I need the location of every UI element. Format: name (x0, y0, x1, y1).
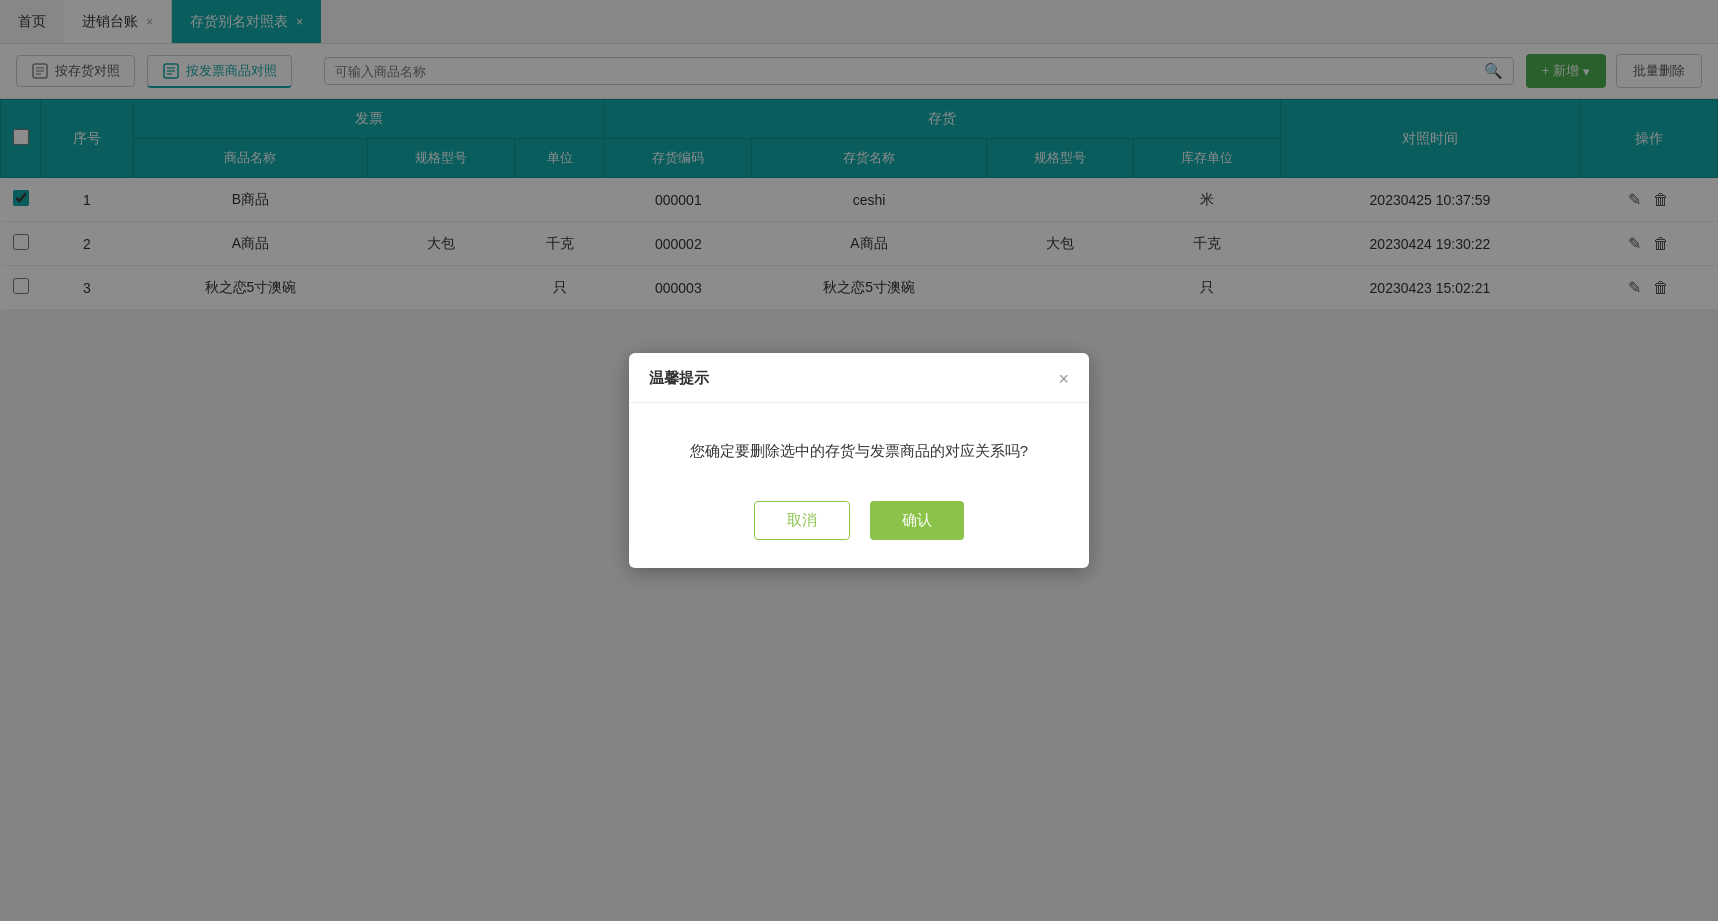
dialog-message: 您确定要删除选中的存货与发票商品的对应关系吗? (690, 442, 1028, 459)
dialog-footer: 取消 确认 (629, 491, 1089, 568)
confirm-dialog: 温馨提示 × 您确定要删除选中的存货与发票商品的对应关系吗? 取消 确认 (629, 353, 1089, 568)
dialog-close-icon[interactable]: × (1058, 370, 1069, 388)
dialog-title: 温馨提示 (649, 369, 709, 388)
dialog-body: 您确定要删除选中的存货与发票商品的对应关系吗? (629, 403, 1089, 491)
dialog-overlay: 温馨提示 × 您确定要删除选中的存货与发票商品的对应关系吗? 取消 确认 (0, 0, 1718, 921)
cancel-button[interactable]: 取消 (754, 501, 850, 540)
dialog-header: 温馨提示 × (629, 353, 1089, 403)
confirm-button[interactable]: 确认 (870, 501, 964, 540)
